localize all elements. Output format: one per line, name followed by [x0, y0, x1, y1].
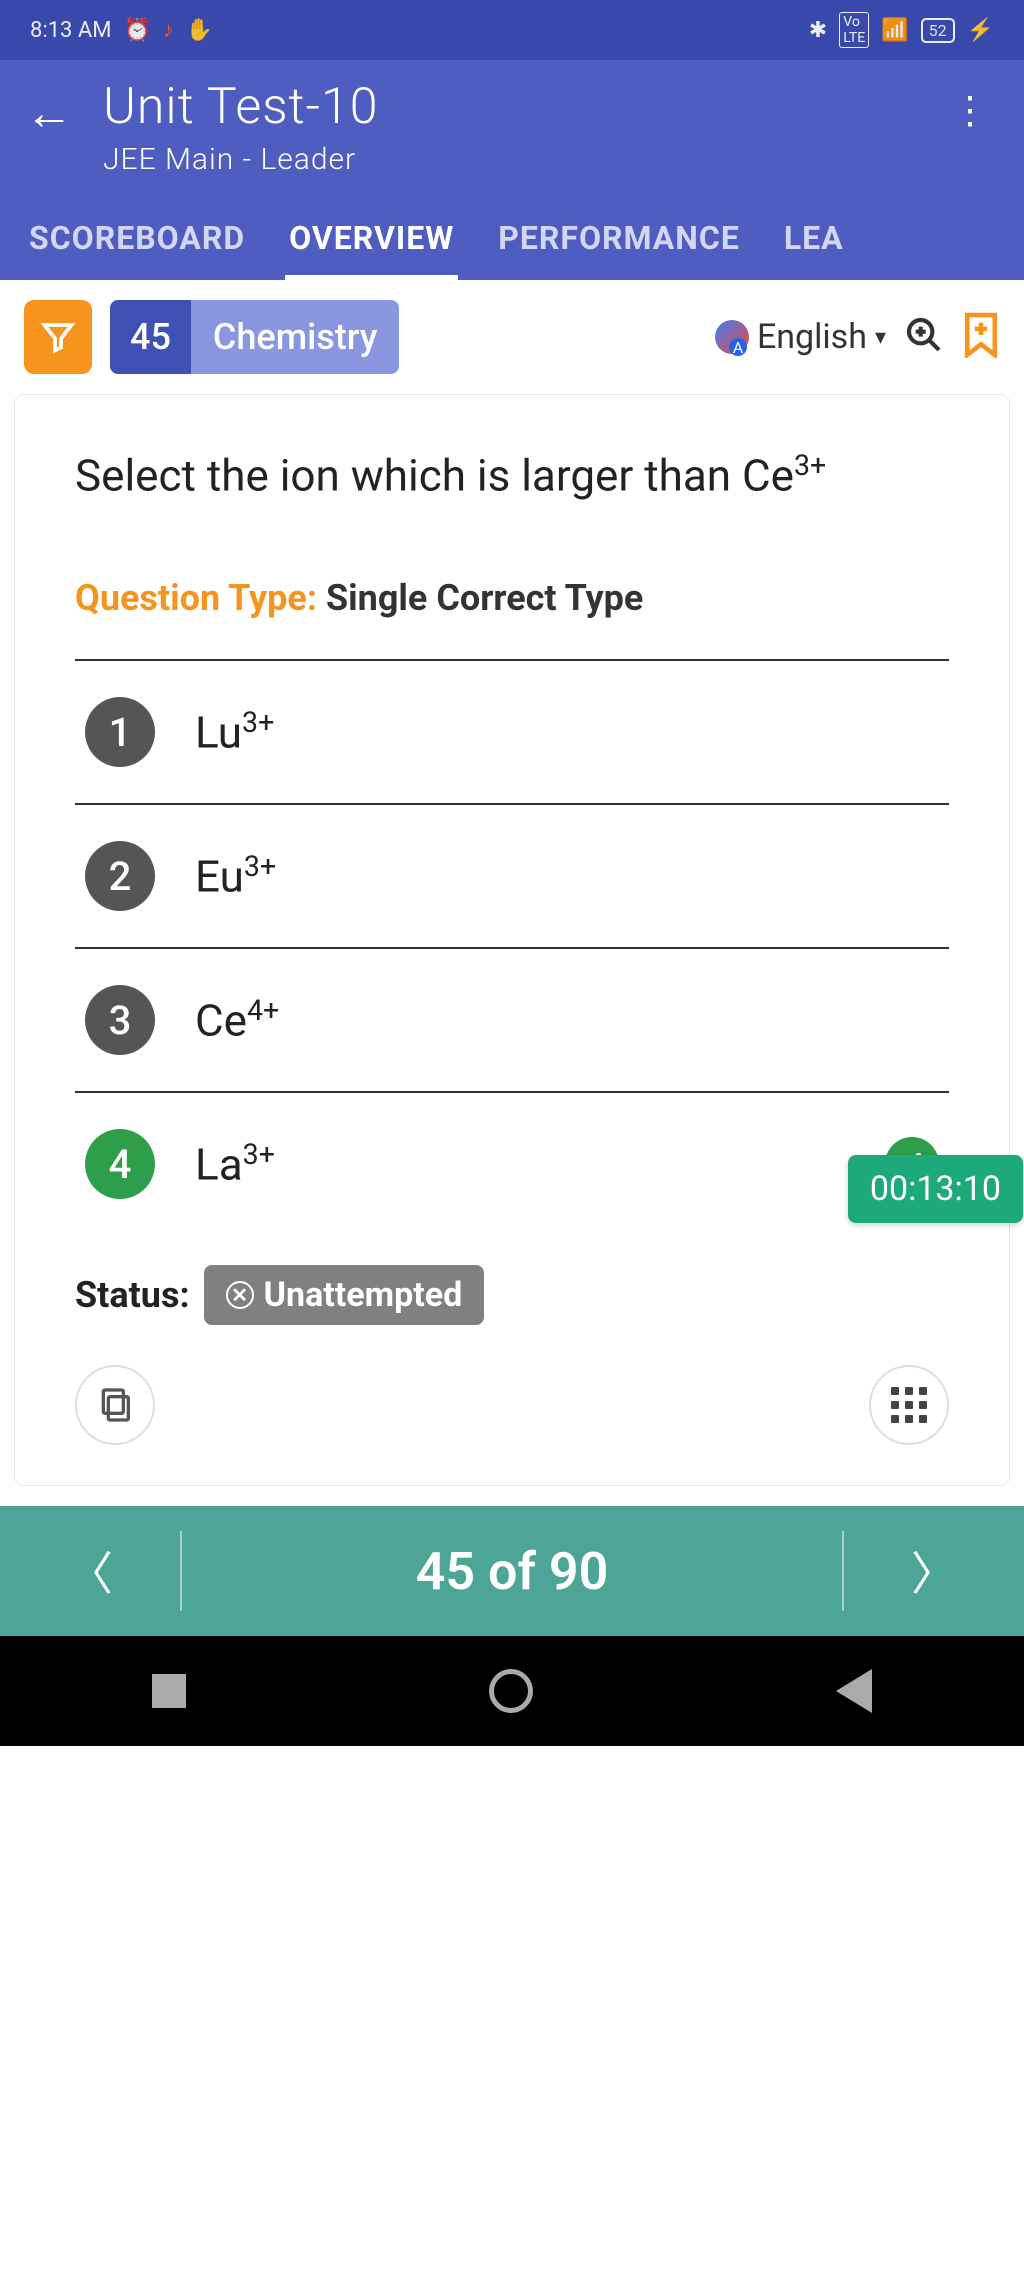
tab-leaderboard[interactable]: LEA: [780, 207, 848, 280]
signal-icon: 📶: [881, 18, 908, 43]
chevron-down-icon: ▾: [875, 325, 886, 350]
bookmark-button[interactable]: [962, 312, 1000, 362]
volte-icon: VoLTE: [839, 12, 869, 48]
bluetooth-icon: ✱: [809, 18, 827, 43]
circle-icon: [489, 1669, 533, 1713]
tab-performance[interactable]: PERFORMANCE: [494, 207, 744, 280]
option-4[interactable]: 4 La3+ ✓: [75, 1091, 949, 1235]
option-2[interactable]: 2 Eu3+: [75, 803, 949, 947]
home-button[interactable]: [489, 1669, 533, 1713]
triangle-icon: [836, 1669, 872, 1713]
option-text: La3+: [195, 1137, 275, 1191]
option-number: 1: [85, 697, 155, 767]
language-selector[interactable]: English ▾: [715, 317, 886, 357]
prev-question-button[interactable]: 〈: [0, 1538, 180, 1604]
option-number: 3: [85, 985, 155, 1055]
subject-label: Chemistry: [191, 300, 400, 374]
system-navigation: [0, 1636, 1024, 1746]
copy-button[interactable]: [75, 1365, 155, 1445]
tab-overview[interactable]: OVERVIEW: [285, 207, 458, 280]
question-text: Select the ion which is larger than Ce3+: [75, 445, 949, 507]
tab-scoreboard[interactable]: SCOREBOARD: [25, 207, 249, 280]
pagination-bar: 〈 45 of 90 〉: [0, 1506, 1024, 1636]
option-3[interactable]: 3 Ce4+: [75, 947, 949, 1091]
question-type-value: Single Correct Type: [326, 577, 643, 619]
translate-icon: [715, 320, 749, 354]
app-header: ← Unit Test-10 JEE Main - Leader ⋮ SCORE…: [0, 60, 1024, 280]
option-text: Eu3+: [195, 849, 276, 903]
status-label: Status:: [75, 1274, 190, 1316]
charging-icon: ⚡: [967, 18, 994, 43]
funnel-icon: [40, 319, 76, 355]
option-number: 2: [85, 841, 155, 911]
option-number: 4: [85, 1129, 155, 1199]
status-bar: 8:13 AM ⏰ ♪ ✋ ✱ VoLTE 📶 52 ⚡: [0, 0, 1024, 60]
page-subtitle: JEE Main - Leader: [103, 142, 911, 177]
grid-icon: [891, 1387, 927, 1423]
copy-icon: [95, 1385, 135, 1425]
battery-icon: 52: [921, 18, 955, 43]
question-toolbar: 45 Chemistry English ▾: [0, 280, 1024, 394]
unattempted-icon: ✕: [226, 1281, 254, 1309]
bookmark-icon: [962, 312, 1000, 358]
page-title: Unit Test-10: [103, 78, 911, 136]
next-question-button[interactable]: 〉: [844, 1538, 1024, 1604]
magnifier-plus-icon: [904, 315, 944, 355]
question-card: Select the ion which is larger than Ce3+…: [14, 394, 1010, 1486]
grid-menu-button[interactable]: [869, 1365, 949, 1445]
language-label: English: [757, 317, 867, 357]
back-system-button[interactable]: [836, 1669, 872, 1713]
music-icon: ♪: [163, 17, 174, 43]
recent-apps-button[interactable]: [152, 1674, 186, 1708]
more-options-button[interactable]: ⋮: [941, 78, 999, 143]
question-type-label: Question Type:: [75, 577, 317, 619]
filter-button[interactable]: [24, 300, 92, 374]
hand-icon: ✋: [186, 18, 213, 43]
question-number: 45: [110, 300, 191, 374]
zoom-in-button[interactable]: [904, 315, 944, 359]
question-type-row: Question Type: Single Correct Type: [75, 577, 949, 639]
subject-chip[interactable]: 45 Chemistry: [110, 300, 399, 374]
option-1[interactable]: 1 Lu3+: [75, 659, 949, 803]
clock-text: 8:13 AM: [30, 18, 111, 43]
option-text: Ce4+: [195, 993, 279, 1047]
status-badge: ✕ Unattempted: [204, 1265, 485, 1325]
back-button[interactable]: ←: [25, 84, 73, 141]
page-position: 45 of 90: [182, 1541, 842, 1602]
timer-badge: 00:13:10: [848, 1155, 1023, 1223]
tab-bar: SCOREBOARD OVERVIEW PERFORMANCE LEA: [25, 207, 999, 280]
status-row: Status: ✕ Unattempted: [75, 1265, 949, 1325]
alarm-icon: ⏰: [123, 18, 150, 43]
option-text: Lu3+: [195, 705, 274, 759]
square-icon: [152, 1674, 186, 1708]
